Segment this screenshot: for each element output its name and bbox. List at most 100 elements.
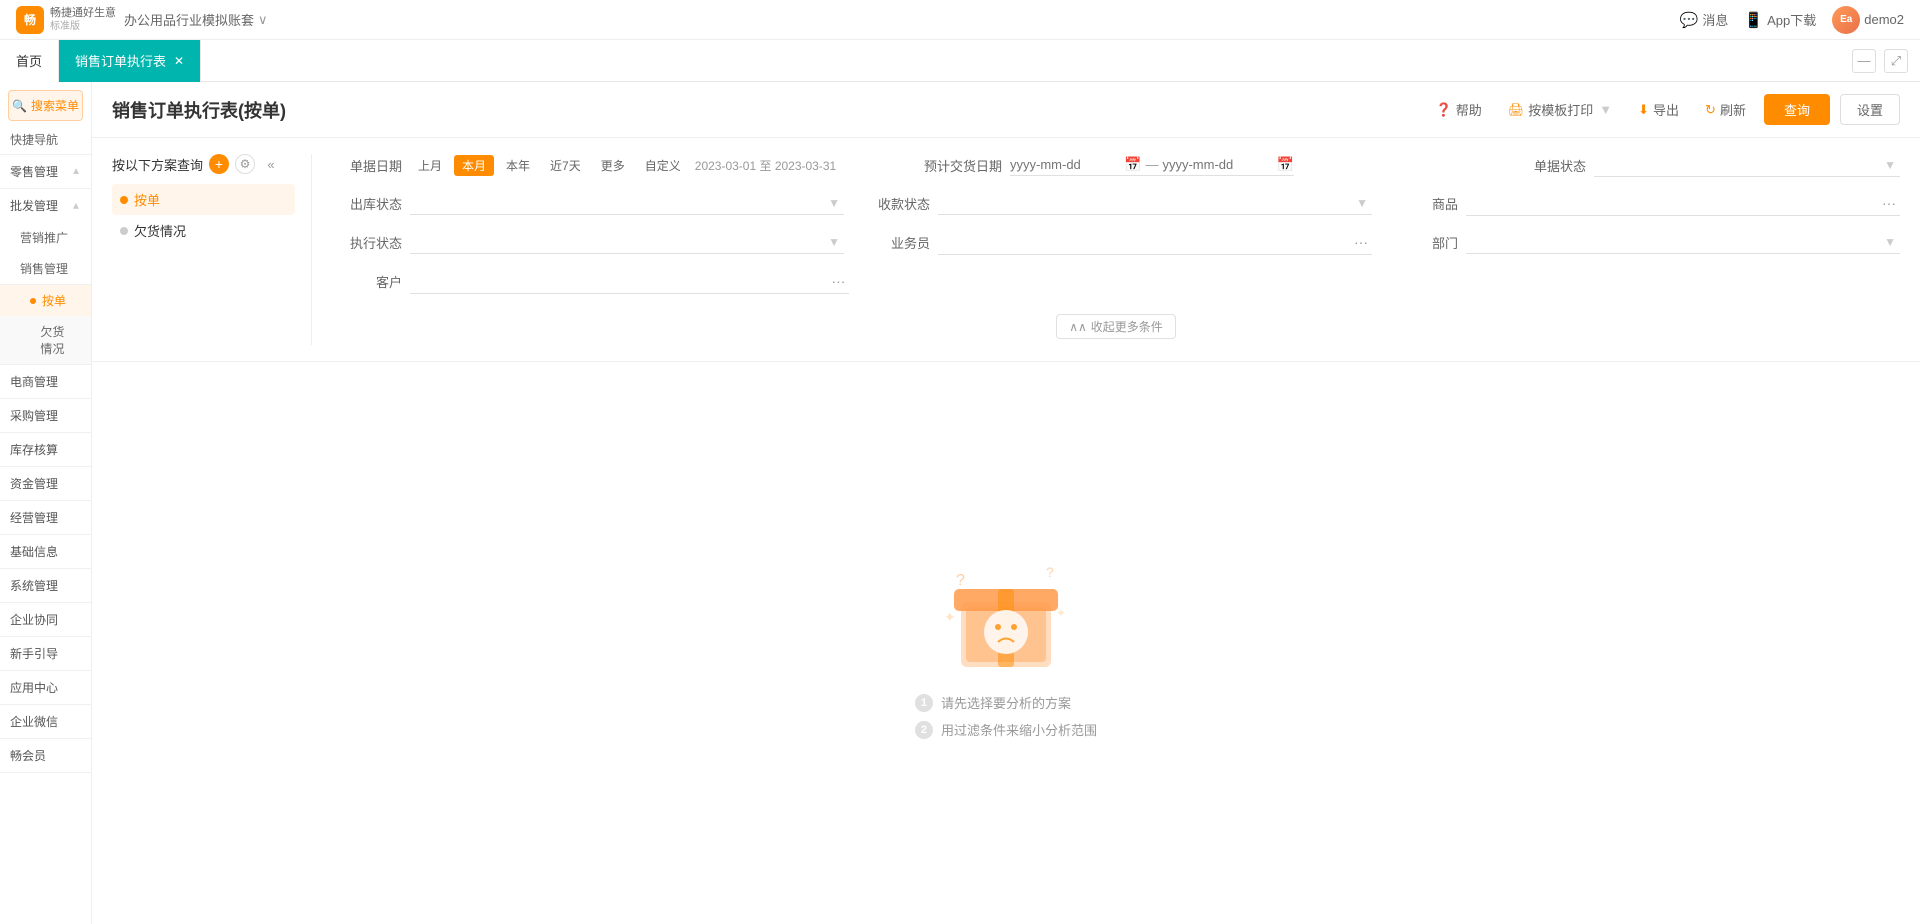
inventory-header[interactable]: 库存核算 bbox=[0, 433, 91, 466]
customer-input[interactable]: ··· bbox=[410, 269, 849, 294]
date-tab-custom[interactable]: 自定义 bbox=[637, 155, 689, 176]
enterprise-header[interactable]: 企业协同 bbox=[0, 603, 91, 636]
collapse-more-btn[interactable]: ∧∧ 收起更多条件 bbox=[1056, 314, 1176, 339]
setting-plan-btn[interactable]: ⚙ bbox=[235, 154, 255, 174]
system-header[interactable]: 系统管理 bbox=[0, 569, 91, 602]
message-label: 消息 bbox=[1702, 10, 1728, 29]
marketing-label: 营销推广 bbox=[20, 229, 68, 246]
shortcut-nav-item[interactable]: 快捷导航 bbox=[0, 125, 91, 155]
expected-date-end-input[interactable] bbox=[1162, 157, 1272, 172]
doc-status-select[interactable]: ▼ bbox=[1594, 154, 1900, 177]
expected-date-label: 预计交货日期 bbox=[924, 156, 1002, 175]
date-tab-more[interactable]: 更多 bbox=[593, 155, 633, 176]
sidebar-section-guide: 新手引导 bbox=[0, 637, 91, 671]
export-btn[interactable]: ⬇ 导出 bbox=[1630, 96, 1687, 123]
search-menu-btn[interactable]: 🔍 搜索菜单 bbox=[8, 90, 83, 121]
collapse-plan-btn[interactable]: « bbox=[261, 154, 281, 174]
exec-status-label: 执行状态 bbox=[332, 233, 402, 252]
filter-stock-status: 出库状态 ▼ bbox=[332, 192, 844, 215]
member-label: 畅会员 bbox=[10, 747, 46, 764]
basic-header[interactable]: 基础信息 bbox=[0, 535, 91, 568]
wholesale-sub-items: 营销推广 销售管理 bbox=[0, 222, 91, 284]
message-btn[interactable]: 💬 消息 bbox=[1680, 10, 1729, 29]
tab-minimize-btn[interactable]: — bbox=[1852, 49, 1876, 73]
arrears-item[interactable]: 欠货情况 bbox=[0, 316, 91, 364]
exec-status-select[interactable]: ▼ bbox=[410, 231, 844, 254]
calendar-start-icon[interactable]: 📅 bbox=[1124, 156, 1141, 173]
basic-label: 基础信息 bbox=[10, 543, 58, 560]
sidebar-section-ecommerce: 电商管理 bbox=[0, 365, 91, 399]
empty-illustration: ? ? ✦ ✦ bbox=[936, 547, 1076, 677]
logo-area: 畅 畅捷通好生意 标准版 bbox=[16, 6, 116, 34]
member-header[interactable]: 畅会员 bbox=[0, 739, 91, 772]
sidebar-section-sales[interactable]: 销售管理 bbox=[0, 253, 91, 284]
tab-close-icon[interactable]: ✕ bbox=[174, 54, 184, 68]
tab-sales-order-execution[interactable]: 销售订单执行表 ✕ bbox=[59, 40, 201, 82]
receive-status-select[interactable]: ▼ bbox=[938, 192, 1372, 215]
dept-select[interactable]: ▼ bbox=[1466, 231, 1900, 254]
wholesale-label: 批发管理 bbox=[10, 197, 58, 214]
sidebar-section-marketing[interactable]: 营销推广 bbox=[0, 222, 91, 253]
print-btn[interactable]: 🖨 按模板打印 ▼ bbox=[1500, 96, 1620, 123]
shortcut-label: 快捷导航 bbox=[10, 131, 58, 148]
salesperson-input[interactable]: ··· bbox=[938, 230, 1372, 255]
date-tab-last-month[interactable]: 上月 bbox=[410, 155, 450, 176]
receive-status-label: 收款状态 bbox=[860, 194, 930, 213]
query-btn[interactable]: 查询 bbox=[1764, 94, 1830, 125]
finance-header[interactable]: 资金管理 bbox=[0, 467, 91, 500]
operation-header[interactable]: 经营管理 bbox=[0, 501, 91, 534]
filter-left-title-text: 按以下方案查询 bbox=[112, 155, 203, 174]
calendar-end-icon[interactable]: 📅 bbox=[1276, 156, 1293, 173]
pressing-plan-item[interactable]: 按单 bbox=[112, 184, 295, 215]
empty-steps: 1 请先选择要分析的方案 2 用过滤条件来缩小分析范围 bbox=[915, 693, 1097, 739]
doc-status-arrow-icon: ▼ bbox=[1884, 158, 1896, 172]
breadcrumb-arrow[interactable]: ∨ bbox=[258, 12, 268, 28]
date-tab-7days[interactable]: 近7天 bbox=[542, 155, 589, 176]
print-icon: 🖨 bbox=[1508, 102, 1525, 118]
print-label: 按模板打印 bbox=[1528, 100, 1593, 119]
product-input[interactable]: ··· bbox=[1466, 191, 1900, 216]
help-btn[interactable]: ❓ 帮助 bbox=[1428, 96, 1490, 123]
pressing-item[interactable]: 按单 bbox=[0, 285, 91, 316]
guide-header[interactable]: 新手引导 bbox=[0, 637, 91, 670]
customer-more-icon[interactable]: ··· bbox=[831, 273, 845, 289]
tab-maximize-btn[interactable]: ⤢ bbox=[1884, 49, 1908, 73]
operation-label: 经营管理 bbox=[10, 509, 58, 526]
arrears-plan-label: 欠货情况 bbox=[134, 221, 186, 240]
settings-btn[interactable]: 设置 bbox=[1840, 94, 1900, 125]
industry-label: 办公用品行业模拟账套 bbox=[124, 10, 254, 29]
sidebar-section-app-center: 应用中心 bbox=[0, 671, 91, 705]
page-header: 销售订单执行表(按单) ❓ 帮助 🖨 按模板打印 ▼ ⬇ 导出 ↻ 刷新 bbox=[92, 82, 1920, 138]
ecommerce-header[interactable]: 电商管理 bbox=[0, 365, 91, 398]
product-more-icon[interactable]: ··· bbox=[1882, 195, 1896, 211]
collapse-label: 收起更多条件 bbox=[1091, 318, 1163, 335]
expected-date-start-input[interactable] bbox=[1010, 157, 1120, 172]
sales-mgmt-label: 销售管理 bbox=[20, 260, 68, 277]
user-area[interactable]: Ea demo2 bbox=[1832, 6, 1904, 34]
refresh-label: 刷新 bbox=[1720, 100, 1746, 119]
salesperson-more-icon[interactable]: ··· bbox=[1354, 234, 1368, 250]
date-tab-this-month[interactable]: 本月 bbox=[454, 155, 494, 176]
tab-home[interactable]: 首页 bbox=[0, 40, 59, 82]
purchase-header[interactable]: 采购管理 bbox=[0, 399, 91, 432]
system-label: 系统管理 bbox=[10, 577, 58, 594]
wechat-header[interactable]: 企业微信 bbox=[0, 705, 91, 738]
filter-product: 商品 ··· bbox=[1388, 191, 1900, 216]
filter-row-1: 单据日期 上月 本月 本年 近7天 更多 自定义 bbox=[332, 154, 1900, 177]
stock-status-select[interactable]: ▼ bbox=[410, 192, 844, 215]
refresh-btn[interactable]: ↻ 刷新 bbox=[1697, 96, 1754, 123]
search-icon: 🔍 bbox=[12, 99, 27, 113]
arrears-plan-item[interactable]: 欠货情况 bbox=[112, 215, 295, 246]
wholesale-header[interactable]: 批发管理 ▼ bbox=[0, 189, 91, 222]
customer-label: 客户 bbox=[332, 272, 402, 291]
sidebar-section-member: 畅会员 bbox=[0, 739, 91, 773]
add-plan-btn[interactable]: + bbox=[209, 154, 229, 174]
app-center-header[interactable]: 应用中心 bbox=[0, 671, 91, 704]
arrears-label: 欠货情况 bbox=[40, 323, 75, 357]
date-tab-this-year[interactable]: 本年 bbox=[498, 155, 538, 176]
app-download-btn[interactable]: 📱 App下载 bbox=[1744, 10, 1816, 29]
retail-header[interactable]: 零售管理 ▲ bbox=[0, 155, 91, 188]
sidebar-section-inventory: 库存核算 bbox=[0, 433, 91, 467]
svg-text:✦: ✦ bbox=[1056, 606, 1066, 620]
plan-label: 按单 bbox=[134, 190, 160, 209]
